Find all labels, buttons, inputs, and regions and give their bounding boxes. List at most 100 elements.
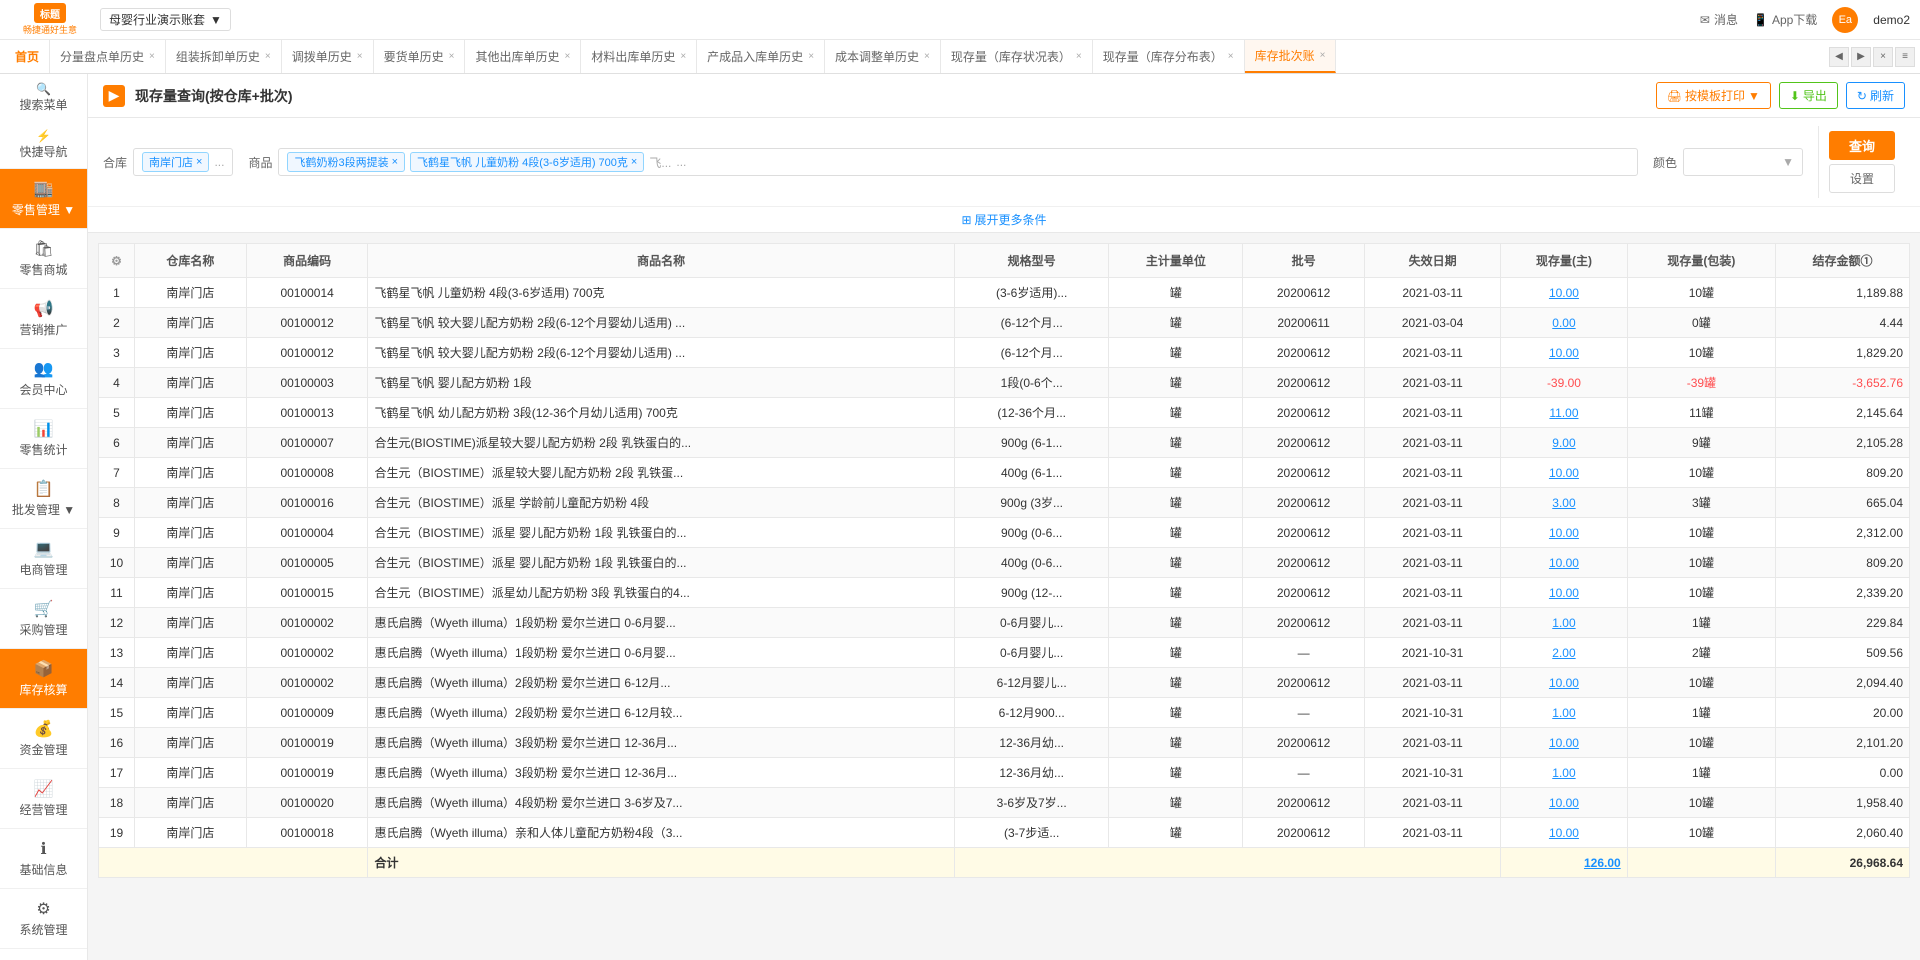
template-print-btn[interactable]: 🖨 按模板打印 ▼	[1656, 82, 1771, 109]
cell-stock-main[interactable]: 10.00	[1501, 788, 1627, 818]
cell-spec: (3-7步适...	[954, 818, 1109, 848]
sidebar-item-member[interactable]: 👥 会员中心	[0, 349, 87, 409]
tab-stock-dist[interactable]: 现存量（库存分布表） ×	[1093, 40, 1245, 73]
tab-close-all-btn[interactable]: ×	[1873, 47, 1893, 67]
product-tag-2-close-icon[interactable]: ×	[631, 156, 637, 168]
cell-stock-main[interactable]: 1.00	[1501, 608, 1627, 638]
cell-expiry: 2021-03-11	[1364, 548, 1500, 578]
sidebar-item-purchase[interactable]: 🛒 采购管理	[0, 589, 87, 649]
cell-name: 惠氏启腾（Wyeth illuma）1段奶粉 爱尔兰进口 0-6月婴...	[368, 608, 954, 638]
cell-stock-main[interactable]: 10.00	[1501, 338, 1627, 368]
th-batch: 批号	[1243, 244, 1365, 278]
cell-stock-main[interactable]: 1.00	[1501, 758, 1627, 788]
cell-stock-main[interactable]: 2.00	[1501, 638, 1627, 668]
cell-stock-main[interactable]: 10.00	[1501, 548, 1627, 578]
tab-menu-btn[interactable]: ≡	[1895, 47, 1915, 67]
tab-yaoh-close-icon[interactable]: ×	[449, 51, 455, 62]
warehouse-tag-wrap[interactable]: 南岸门店 × ...	[133, 148, 233, 176]
cell-amount: 809.20	[1776, 458, 1910, 488]
tab-fenliang-close-icon[interactable]: ×	[149, 51, 155, 62]
refresh-btn[interactable]: ↻ 刷新	[1846, 82, 1905, 109]
tab-material-out-close-icon[interactable]: ×	[680, 51, 686, 62]
tab-other-out-close-icon[interactable]: ×	[564, 51, 570, 62]
cell-stock-main[interactable]: 10.00	[1501, 818, 1627, 848]
cell-stock-main[interactable]: 0.00	[1501, 308, 1627, 338]
sidebar-item-ecommerce[interactable]: 💻 电商管理	[0, 529, 87, 589]
cell-amount: 509.56	[1776, 638, 1910, 668]
sidebar-expand-btn[interactable]: ▶	[103, 85, 125, 107]
tab-stock-dist-close-icon[interactable]: ×	[1228, 51, 1234, 62]
cell-spec: 1段(0-6个...	[954, 368, 1109, 398]
expand-more-btn[interactable]: ⊞ 展开更多条件	[961, 211, 1046, 228]
tab-prev-btn[interactable]: ◀	[1829, 47, 1849, 67]
export-btn[interactable]: ⬇ 导出	[1779, 82, 1838, 109]
sidebar-item-inventory[interactable]: 📦 库存核算	[0, 649, 87, 709]
tab-cost-close-icon[interactable]: ×	[924, 51, 930, 62]
tab-product-in-close-icon[interactable]: ×	[808, 51, 814, 62]
sidebar-item-stats[interactable]: 📊 零售统计	[0, 409, 87, 469]
sidebar-item-wholesale[interactable]: 📋 批发管理 ▼	[0, 469, 87, 529]
table-row: 12 南岸门店 00100002 惠氏启腾（Wyeth illuma）1段奶粉 …	[99, 608, 1910, 638]
color-tag-wrap[interactable]: ▼	[1683, 148, 1803, 176]
cell-stock-main[interactable]: 10.00	[1501, 458, 1627, 488]
cell-stock-main[interactable]: 10.00	[1501, 578, 1627, 608]
tab-product-in[interactable]: 产成品入库单历史 ×	[697, 40, 825, 73]
tab-other-out[interactable]: 其他出库单历史 ×	[465, 40, 581, 73]
tab-diaob-close-icon[interactable]: ×	[357, 51, 363, 62]
cell-stock-pkg: 1罐	[1627, 758, 1775, 788]
cell-warehouse: 南岸门店	[135, 338, 247, 368]
sidebar-item-info[interactable]: ℹ 基础信息	[0, 829, 87, 889]
tab-stock-status-close-icon[interactable]: ×	[1076, 51, 1082, 62]
tab-batch-close-icon[interactable]: ×	[1320, 50, 1326, 61]
cell-stock-main[interactable]: 10.00	[1501, 518, 1627, 548]
sidebar-item-finance[interactable]: 💰 资金管理	[0, 709, 87, 769]
tab-stock-status[interactable]: 现存量（库存状况表） ×	[941, 40, 1093, 73]
cell-name: 飞鹤星飞帆 婴儿配方奶粉 1段	[368, 368, 954, 398]
tab-diaob[interactable]: 调拨单历史 ×	[282, 40, 374, 73]
cell-stock-main[interactable]: 10.00	[1501, 728, 1627, 758]
settings-btn[interactable]: 设置	[1829, 164, 1895, 193]
product-tag-wrap[interactable]: 飞鹤奶粉3段两提装 × 飞鹤星飞帆 儿童奶粉 4段(3-6岁适用) 700克 ×…	[278, 148, 1637, 176]
cell-stock-pkg: 10罐	[1627, 548, 1775, 578]
tab-next-btn[interactable]: ▶	[1851, 47, 1871, 67]
app-download-btn[interactable]: 📱 App下载	[1753, 11, 1817, 28]
cell-stock-main[interactable]: 1.00	[1501, 698, 1627, 728]
tab-batch[interactable]: 库存批次账 ×	[1245, 40, 1337, 73]
sidebar-item-management[interactable]: 📈 经营管理	[0, 769, 87, 829]
query-btn[interactable]: 查询	[1829, 131, 1895, 160]
inventory-icon: 📦	[5, 659, 82, 679]
product-tag-1-close-icon[interactable]: ×	[392, 156, 398, 168]
tab-zuzhuang-close-icon[interactable]: ×	[265, 51, 271, 62]
tab-cost[interactable]: 成本调整单历史 ×	[825, 40, 941, 73]
sidebar-item-marketing[interactable]: 📢 营销推广	[0, 289, 87, 349]
store-selector[interactable]: 母婴行业演示账套 ▼	[100, 8, 231, 31]
sidebar-item-mall[interactable]: 🛍 零售商城	[0, 229, 87, 289]
cell-stock-pkg: 10罐	[1627, 458, 1775, 488]
cell-amount: 20.00	[1776, 698, 1910, 728]
cell-code: 00100019	[246, 728, 368, 758]
message-btn[interactable]: ✉ 消息	[1700, 11, 1738, 28]
tab-batch-label: 库存批次账	[1255, 47, 1315, 64]
tab-fenliang[interactable]: 分量盘点单历史 ×	[50, 40, 166, 73]
cell-name: 惠氏启腾（Wyeth illuma）3段奶粉 爱尔兰进口 12-36月...	[368, 728, 954, 758]
tab-home[interactable]: 首页	[5, 40, 50, 73]
sidebar-item-retail[interactable]: 🏬 零售管理 ▼	[0, 169, 87, 229]
cell-stock-main[interactable]: 10.00	[1501, 668, 1627, 698]
sidebar-nav[interactable]: ⚡ 快捷导航	[0, 121, 87, 169]
cell-index: 4	[99, 368, 135, 398]
cell-stock-main[interactable]: 11.00	[1501, 398, 1627, 428]
tab-yaoh[interactable]: 要货单历史 ×	[374, 40, 466, 73]
cell-stock-main[interactable]: 9.00	[1501, 428, 1627, 458]
sidebar-item-system[interactable]: ⚙ 系统管理	[0, 889, 87, 949]
warehouse-tag-close-icon[interactable]: ×	[196, 156, 202, 168]
tab-zuzhuang[interactable]: 组装拆卸单历史 ×	[166, 40, 282, 73]
tab-material-out[interactable]: 材料出库单历史 ×	[581, 40, 697, 73]
cell-spec: 900g (6-1...	[954, 428, 1109, 458]
th-settings[interactable]: ⚙	[99, 244, 135, 278]
sidebar-item-collab[interactable]: 🤝 企业协同	[0, 949, 87, 960]
avatar[interactable]: Ea	[1832, 7, 1858, 33]
sidebar-search[interactable]: 🔍 搜索菜单	[0, 74, 87, 121]
cell-stock-main[interactable]: 10.00	[1501, 278, 1627, 308]
cell-code: 00100008	[246, 458, 368, 488]
cell-stock-main[interactable]: 3.00	[1501, 488, 1627, 518]
